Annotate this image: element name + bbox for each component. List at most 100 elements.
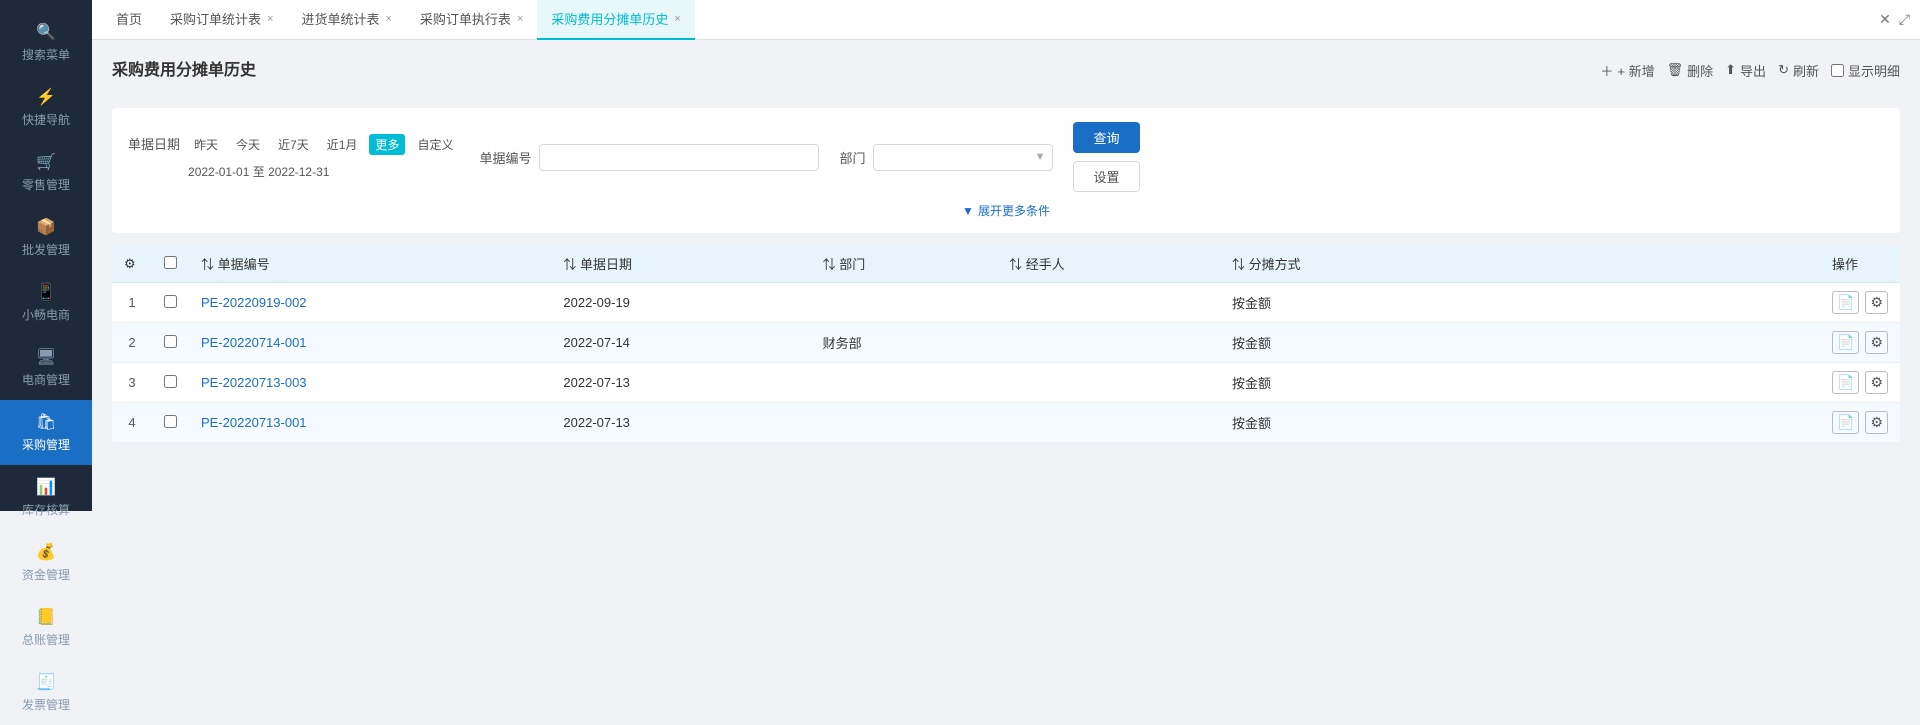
select-all-checkbox[interactable] bbox=[164, 256, 177, 269]
sidebar-item-ecom[interactable]: 🖥电商管理 bbox=[0, 335, 92, 400]
col-split-sort-icon[interactable]: ⇅ bbox=[1232, 257, 1245, 272]
view-icon[interactable]: 📄 bbox=[1832, 291, 1859, 314]
view-icon[interactable]: 📄 bbox=[1832, 411, 1859, 434]
last7days-btn[interactable]: 近7天 bbox=[272, 134, 315, 155]
row-ops: 📄 ⚙ bbox=[1820, 403, 1900, 443]
view-icon[interactable]: 📄 bbox=[1832, 331, 1859, 354]
search-btn-group: 查询 设置 bbox=[1073, 122, 1139, 192]
row-handler bbox=[997, 403, 1220, 443]
sidebar-item-invoice[interactable]: 🧾发票管理 bbox=[0, 660, 92, 725]
table-row: 4 PE-20220713-001 2022-07-13 按金额 📄 ⚙ bbox=[112, 403, 1900, 443]
delete-button[interactable]: 🗑 删除 bbox=[1667, 61, 1714, 80]
set-button[interactable]: 设置 bbox=[1073, 161, 1139, 192]
restore-window-button[interactable]: ⤢ bbox=[1899, 11, 1910, 28]
sidebar: 🔍搜索菜单⚡快捷导航🛒零售管理📦批发管理📱小畅电商🖥电商管理🛍采购管理📊库存核算… bbox=[0, 0, 92, 511]
row-checkbox[interactable] bbox=[164, 295, 177, 308]
tab-purchase-order-stats[interactable]: 采购订单统计表 × bbox=[156, 0, 287, 40]
delete-icon: 🗑 bbox=[1667, 62, 1684, 78]
edit-icon[interactable]: ⚙ bbox=[1865, 411, 1888, 434]
sidebar-item-wholesale[interactable]: 📦批发管理 bbox=[0, 205, 92, 270]
tab-label-home: 首页 bbox=[116, 9, 142, 28]
page-content: 采购费用分摊单历史 ＋ + 新增 🗑 删除 ⬆ 导出 ↻ bbox=[92, 40, 1920, 511]
doc-num-link[interactable]: PE-20220713-001 bbox=[201, 415, 307, 430]
view-icon[interactable]: 📄 bbox=[1832, 371, 1859, 394]
col-doc-date: ⇅ 单据日期 bbox=[551, 245, 810, 283]
col-dept: ⇅ 部门 bbox=[811, 245, 997, 283]
doc-num-input[interactable] bbox=[539, 144, 819, 171]
row-num: 4 bbox=[112, 403, 152, 443]
data-table: ⚙ ⇅ 单据编号 ⇅ 单据日期 ⇅ 部门 bbox=[112, 245, 1900, 443]
finance-icon: 💰 bbox=[5, 542, 87, 562]
row-checkbox[interactable] bbox=[164, 415, 177, 428]
tab-close-purchase-order-stats[interactable]: × bbox=[267, 13, 273, 25]
date-filter-group: 昨天 今天 近7天 近1月 更多 自定义 2022-01-01 至 2022-1… bbox=[188, 134, 459, 180]
show-cols-checkbox[interactable] bbox=[1831, 64, 1844, 77]
sidebar-item-inventory[interactable]: 📊库存核算 bbox=[0, 465, 92, 530]
close-window-button[interactable]: ✕ bbox=[1879, 11, 1891, 28]
col-doc-num: ⇅ 单据编号 bbox=[189, 245, 551, 283]
row-ops: 📄 ⚙ bbox=[1820, 283, 1900, 323]
tab-purchase-fee-history[interactable]: 采购费用分摊单历史× bbox=[537, 0, 694, 40]
row-checkbox[interactable] bbox=[164, 335, 177, 348]
row-checkbox-cell[interactable] bbox=[152, 363, 189, 403]
col-settings[interactable]: ⚙ bbox=[112, 245, 152, 283]
filter-area: 单据日期 昨天 今天 近7天 近1月 更多 自定义 2022-01-01 至 2… bbox=[112, 108, 1900, 233]
col-doc-date-sort-icon[interactable]: ⇅ bbox=[563, 257, 576, 272]
col-handler-sort-icon[interactable]: ⇅ bbox=[1009, 257, 1022, 272]
export-icon: ⬆ bbox=[1725, 62, 1736, 78]
row-checkbox-cell[interactable] bbox=[152, 403, 189, 443]
yesterday-btn[interactable]: 昨天 bbox=[188, 134, 224, 155]
col-handler: ⇅ 经手人 bbox=[997, 245, 1220, 283]
dept-label: 部门 bbox=[839, 148, 865, 167]
sidebar-item-mobile-ecom[interactable]: 📱小畅电商 bbox=[0, 270, 92, 335]
row-doc-num: PE-20220713-003 bbox=[189, 363, 551, 403]
custom-date-btn[interactable]: 自定义 bbox=[411, 134, 459, 155]
edit-icon[interactable]: ⚙ bbox=[1865, 291, 1888, 314]
ecom-icon: 🖥 bbox=[5, 347, 87, 367]
tab-purchase-order-exec[interactable]: 采购订单执行表× bbox=[406, 0, 537, 40]
table-header: ⚙ ⇅ 单据编号 ⇅ 单据日期 ⇅ 部门 bbox=[112, 245, 1900, 283]
refresh-button[interactable]: ↻ 刷新 bbox=[1778, 61, 1819, 80]
date-range-display: 2022-01-01 至 2022-12-31 bbox=[188, 163, 459, 180]
row-checkbox-cell[interactable] bbox=[152, 283, 189, 323]
sidebar-item-ledger[interactable]: 📒总账管理 bbox=[0, 595, 92, 660]
expand-more-btn[interactable]: ▼ 展开更多条件 bbox=[128, 202, 1884, 219]
row-doc-date: 2022-07-14 bbox=[551, 323, 810, 363]
row-checkbox-cell[interactable] bbox=[152, 323, 189, 363]
dept-input[interactable] bbox=[873, 144, 1053, 171]
row-dept bbox=[811, 363, 997, 403]
tab-inbound-stats[interactable]: 进货单统计表× bbox=[287, 0, 405, 40]
add-button[interactable]: ＋ + 新增 bbox=[1600, 61, 1654, 80]
tab-home[interactable]: 首页 bbox=[102, 0, 156, 40]
sidebar-item-retail[interactable]: 🛒零售管理 bbox=[0, 140, 92, 205]
sidebar-item-quick-nav[interactable]: ⚡快捷导航 bbox=[0, 75, 92, 140]
tab-close-purchase-fee-history[interactable]: × bbox=[674, 13, 680, 25]
sidebar-item-purchase[interactable]: 🛍采购管理 bbox=[0, 400, 92, 465]
table-row: 2 PE-20220714-001 2022-07-14 财务部 按金额 📄 ⚙ bbox=[112, 323, 1900, 363]
tab-label-purchase-order-stats: 采购订单统计表 bbox=[170, 9, 261, 28]
row-checkbox[interactable] bbox=[164, 375, 177, 388]
edit-icon[interactable]: ⚙ bbox=[1865, 371, 1888, 394]
doc-num-link[interactable]: PE-20220713-003 bbox=[201, 375, 307, 390]
row-dept: 财务部 bbox=[811, 323, 997, 363]
row-ops: 📄 ⚙ bbox=[1820, 363, 1900, 403]
col-doc-num-sort-icon[interactable]: ⇅ bbox=[201, 257, 214, 272]
row-doc-date: 2022-07-13 bbox=[551, 403, 810, 443]
today-btn[interactable]: 今天 bbox=[230, 134, 266, 155]
export-button[interactable]: ⬆ 导出 bbox=[1725, 61, 1766, 80]
col-checkbox-header[interactable] bbox=[152, 245, 189, 283]
sidebar-item-search[interactable]: 🔍搜索菜单 bbox=[0, 10, 92, 75]
col-dept-sort-icon[interactable]: ⇅ bbox=[823, 257, 836, 272]
doc-num-link[interactable]: PE-20220919-002 bbox=[201, 295, 307, 310]
sidebar-item-finance[interactable]: 💰资金管理 bbox=[0, 530, 92, 595]
page-title: 采购费用分摊单历史 bbox=[112, 56, 256, 80]
search-button[interactable]: 查询 bbox=[1073, 122, 1139, 153]
tab-close-purchase-order-exec[interactable]: × bbox=[517, 13, 523, 25]
doc-num-link[interactable]: PE-20220714-001 bbox=[201, 335, 307, 350]
toolbar: ＋ + 新增 🗑 删除 ⬆ 导出 ↻ 刷新 bbox=[1600, 61, 1900, 80]
show-cols-toggle[interactable]: 显示明细 bbox=[1831, 61, 1900, 80]
edit-icon[interactable]: ⚙ bbox=[1865, 331, 1888, 354]
last1month-btn[interactable]: 近1月 bbox=[321, 134, 364, 155]
tab-close-inbound-stats[interactable]: × bbox=[385, 13, 391, 25]
more-date-btn[interactable]: 更多 bbox=[369, 134, 405, 155]
